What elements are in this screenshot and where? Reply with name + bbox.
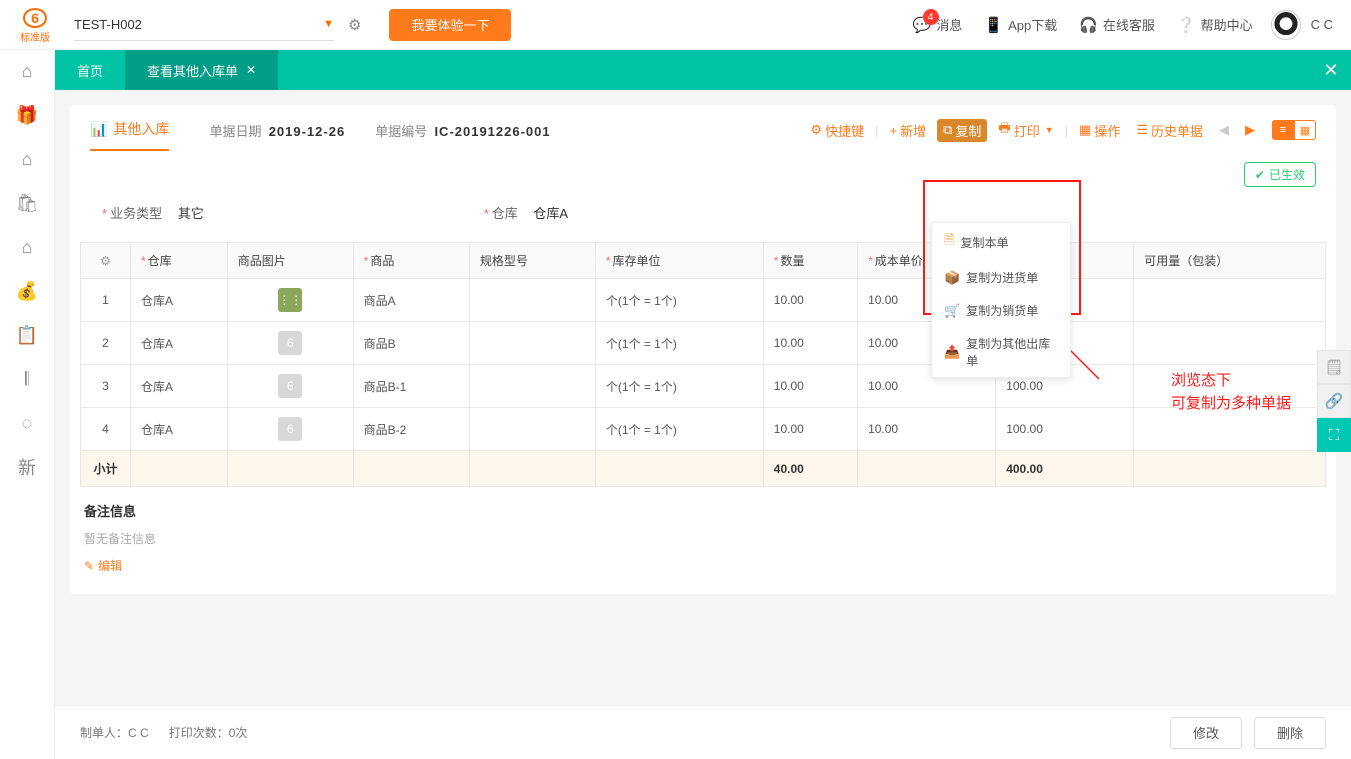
col-prod: *商品	[353, 243, 469, 279]
nav-house-icon[interactable]: ⌂	[16, 148, 38, 170]
prev-button[interactable]: ◀	[1214, 120, 1234, 140]
gear-icon: ⚙	[810, 122, 822, 138]
customer-service[interactable]: 🎧 在线客服	[1079, 15, 1155, 34]
list-icon: ☰	[1136, 122, 1148, 138]
rtool-link-icon[interactable]: 🔗	[1317, 384, 1351, 418]
avatar[interactable]	[1271, 10, 1301, 40]
nav-warehouse-icon[interactable]: ⌂	[16, 236, 38, 258]
nav-bag-icon[interactable]: 🛍	[16, 192, 38, 214]
company-select[interactable]: TEST-H002 ▼	[74, 9, 334, 41]
msg-badge: 4	[923, 9, 939, 25]
add-button[interactable]: +新增	[884, 119, 931, 142]
copy-dropdown: 🗎复制本单 📦复制为进货单 🛒复制为销货单 📤复制为其他出库单	[931, 222, 1071, 378]
username: C C	[1311, 17, 1333, 32]
dd-copy-purchase[interactable]: 📦复制为进货单	[932, 261, 1070, 294]
dd-copy-sale[interactable]: 🛒复制为销货单	[932, 294, 1070, 327]
col-spec: 规格型号	[469, 243, 595, 279]
logo[interactable]: 6 标准版	[18, 8, 52, 42]
out-icon: 📤	[944, 344, 960, 360]
chevron-down-icon: ▼	[323, 18, 334, 30]
col-qty: *数量	[763, 243, 857, 279]
rtool-expand-icon[interactable]: ⛶	[1317, 418, 1351, 452]
edit-icon: ✎	[84, 559, 94, 573]
doc-icon: 🗎	[944, 231, 954, 253]
next-button[interactable]: ▶	[1240, 120, 1260, 140]
list-view-icon[interactable]: ≡	[1272, 120, 1294, 140]
doc-title: 📊 其他入库	[90, 119, 169, 151]
col-img: 商品图片	[227, 243, 353, 279]
print-button[interactable]: 🖶打印▼	[993, 117, 1058, 143]
try-button[interactable]: 我要体验一下	[389, 9, 511, 41]
messages[interactable]: 💬 消息 4	[913, 15, 963, 34]
product-img-icon: 6	[278, 374, 302, 398]
dd-copy-this[interactable]: 🗎复制本单	[932, 223, 1070, 261]
grid-icon: ▦	[1079, 122, 1091, 138]
table-row[interactable]: 3仓库A6商品B-1个(1个 = 1个)10.0010.00100.00	[81, 365, 1326, 408]
col-unit: *库存单位	[595, 243, 763, 279]
print-icon: 🖶	[998, 119, 1010, 141]
tab-view-inbound[interactable]: 查看其他入库单 ✕	[125, 50, 278, 90]
hotkey-button[interactable]: ⚙快捷键	[805, 119, 869, 142]
app-download[interactable]: 📱 App下载	[984, 15, 1057, 34]
check-icon: ✔	[1255, 168, 1265, 182]
copy-button[interactable]: ⧉复制	[937, 119, 987, 142]
field-warehouse: *仓库 仓库A	[484, 203, 568, 222]
card-view-icon[interactable]: ▦	[1294, 120, 1316, 140]
nav-cycle-icon[interactable]: ◌	[16, 412, 38, 434]
col-avail: 可用量（包装）	[1134, 243, 1326, 279]
close-icon[interactable]: ✕	[246, 63, 256, 77]
footer-info: 制单人：C C 打印次数：0次	[80, 724, 247, 741]
settings-icon[interactable]: ⚙	[348, 16, 361, 34]
items-table: ⚙ *仓库 商品图片 *商品 规格型号 *库存单位 *数量 *成本单价 *成本金…	[80, 242, 1326, 487]
ops-button[interactable]: ▦操作	[1074, 119, 1125, 142]
col-wh: *仓库	[131, 243, 228, 279]
delete-button[interactable]: 删除	[1254, 717, 1326, 749]
product-img-icon: 6	[278, 331, 302, 355]
table-row[interactable]: 4仓库A6商品B-2个(1个 = 1个)10.0010.00100.00	[81, 408, 1326, 451]
chevron-down-icon: ▼	[1045, 125, 1054, 135]
subtotal-row: 小计40.00400.00	[81, 451, 1326, 487]
dd-copy-outbound[interactable]: 📤复制为其他出库单	[932, 327, 1070, 377]
plus-icon: +	[889, 123, 897, 138]
nav-money-icon[interactable]: 💰	[16, 280, 38, 302]
nav-gift-icon[interactable]: 🎁	[16, 104, 38, 126]
product-img-icon: 6	[278, 417, 302, 441]
table-row[interactable]: 2仓库A6商品B个(1个 = 1个)10.0010.00100.00	[81, 322, 1326, 365]
headset-icon: 🎧	[1079, 16, 1098, 34]
tabs-close-all[interactable]: ✕	[1311, 50, 1351, 90]
remark-title: 备注信息	[84, 501, 1322, 520]
history-button[interactable]: ☰历史单据	[1131, 119, 1208, 142]
phone-icon: 📱	[984, 16, 1003, 34]
col-gear[interactable]: ⚙	[81, 243, 131, 279]
doc-icon: 📊	[90, 121, 107, 138]
tab-home[interactable]: 首页	[55, 50, 125, 90]
nav-home-icon[interactable]: ⌂	[16, 60, 38, 82]
view-toggle[interactable]: ≡▦	[1272, 120, 1316, 140]
help-icon: ❔	[1177, 16, 1196, 34]
copy-icon: ⧉	[943, 122, 952, 138]
field-biz-type: *业务类型 其它	[102, 203, 204, 222]
nav-clipboard-icon[interactable]: 📋	[16, 324, 38, 346]
rtool-note-icon[interactable]: 🗒	[1317, 350, 1351, 384]
modify-button[interactable]: 修改	[1170, 717, 1242, 749]
remark-empty: 暂无备注信息	[84, 530, 1322, 547]
table-row[interactable]: 1仓库A⋮⋮商品A个(1个 = 1个)10.0010.00100.00	[81, 279, 1326, 322]
left-nav: ⌂ 🎁 ⌂ 🛍 ⌂ 💰 📋 𝄃 ◌ 新	[0, 50, 55, 759]
edit-remark-button[interactable]: ✎编辑	[84, 557, 122, 574]
product-img-icon: ⋮⋮	[278, 288, 302, 312]
box-icon: 📦	[944, 270, 960, 286]
cart-icon: 🛒	[944, 303, 960, 319]
nav-new-icon[interactable]: 新	[16, 456, 38, 478]
doc-meta: 单据日期 2019-12-26 单据编号 IC-20191226-001	[209, 121, 550, 140]
nav-report-icon[interactable]: 𝄃	[16, 368, 38, 390]
help-center[interactable]: ❔ 帮助中心	[1177, 15, 1253, 34]
status-badge: ✔已生效	[1244, 162, 1316, 187]
